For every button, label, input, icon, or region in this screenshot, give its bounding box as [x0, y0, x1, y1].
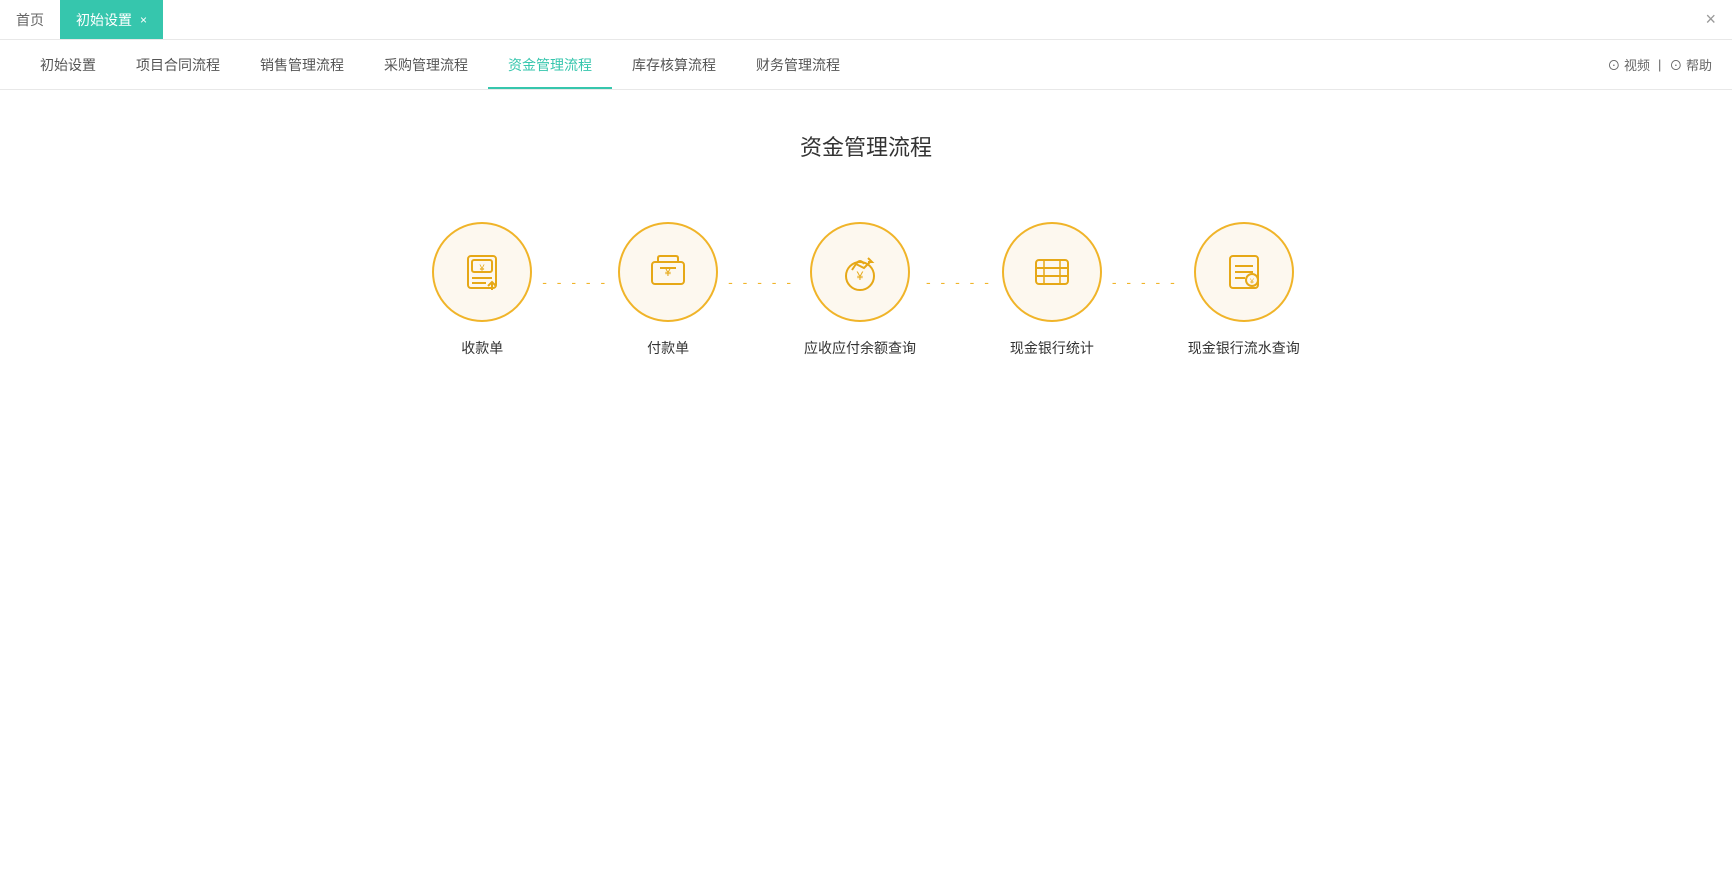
flow-item-liushui[interactable]: ¥ 现金银行流水查询 — [1188, 222, 1300, 358]
nav-chushi-label: 初始设置 — [40, 55, 96, 75]
main-content: 资金管理流程 ¥ 收款单 - - - - - — [0, 90, 1732, 398]
flow-item-yingshou[interactable]: ¥ 应收应付余额查询 — [804, 222, 916, 358]
initial-setup-tab[interactable]: 初始设置 × — [60, 0, 163, 39]
shoukuan-icon-circle: ¥ — [432, 222, 532, 322]
nav-right-area: ⊙ 视频 | ⊙ 帮助 — [1607, 55, 1712, 74]
nav-caigou[interactable]: 采购管理流程 — [364, 40, 488, 89]
nav-xiangmu-label: 项目合同流程 — [136, 55, 220, 75]
fukuan-icon: ¥ — [644, 248, 692, 296]
nav-kucun-label: 库存核算流程 — [632, 55, 716, 75]
xianjin-label: 现金银行统计 — [1010, 338, 1094, 358]
nav-xiaoshou[interactable]: 销售管理流程 — [240, 40, 364, 89]
liushui-icon: ¥ — [1220, 248, 1268, 296]
nav-xiaoshou-label: 销售管理流程 — [260, 55, 344, 75]
connector-3: - - - - - — [916, 274, 1002, 290]
shoukuan-label: 收款单 — [461, 338, 503, 358]
xianjin-icon — [1028, 248, 1076, 296]
svg-text:¥: ¥ — [479, 263, 486, 273]
liushui-icon-circle: ¥ — [1194, 222, 1294, 322]
nav-caigou-label: 采购管理流程 — [384, 55, 468, 75]
tab-label: 初始设置 — [76, 10, 132, 30]
nav-separator: | — [1658, 57, 1661, 72]
connector-4: - - - - - — [1102, 274, 1188, 290]
nav-chushi[interactable]: 初始设置 — [20, 40, 116, 89]
nav-xiangmu[interactable]: 项目合同流程 — [116, 40, 240, 89]
liushui-label: 现金银行流水查询 — [1188, 338, 1300, 358]
yingshou-label: 应收应付余额查询 — [804, 338, 916, 358]
page-title: 资金管理流程 — [800, 130, 932, 162]
nav-zijin-label: 资金管理流程 — [508, 55, 592, 75]
flow-item-xianjin[interactable]: 现金银行统计 — [1002, 222, 1102, 358]
video-help-button[interactable]: ⊙ 视频 — [1607, 55, 1650, 74]
window-close-button[interactable]: × — [1689, 9, 1732, 30]
xianjin-icon-circle — [1002, 222, 1102, 322]
yingshou-icon-circle: ¥ — [810, 222, 910, 322]
nav-caiwu-label: 财务管理流程 — [756, 55, 840, 75]
shoukuan-icon: ¥ — [458, 248, 506, 296]
help-button[interactable]: ⊙ 帮助 — [1669, 55, 1712, 74]
yingshou-icon: ¥ — [836, 248, 884, 296]
nav-caiwu[interactable]: 财务管理流程 — [736, 40, 860, 89]
connector-2: - - - - - — [718, 274, 804, 290]
fukuan-icon-circle: ¥ — [618, 222, 718, 322]
top-bar: 首页 初始设置 × × — [0, 0, 1732, 40]
connector-1: - - - - - — [532, 274, 618, 290]
svg-text:¥: ¥ — [1250, 279, 1254, 286]
home-tab[interactable]: 首页 — [0, 0, 60, 39]
nav-kucun[interactable]: 库存核算流程 — [612, 40, 736, 89]
nav-bar: 初始设置 项目合同流程 销售管理流程 采购管理流程 资金管理流程 库存核算流程 … — [0, 40, 1732, 90]
flow-row: ¥ 收款单 - - - - - ¥ 付款单 — [316, 222, 1416, 358]
flow-item-fukuan[interactable]: ¥ 付款单 — [618, 222, 718, 358]
tab-close-icon[interactable]: × — [140, 13, 147, 27]
svg-text:¥: ¥ — [856, 269, 864, 283]
nav-zijin[interactable]: 资金管理流程 — [488, 40, 612, 89]
fukuan-label: 付款单 — [647, 338, 689, 358]
flow-item-shoukuan[interactable]: ¥ 收款单 — [432, 222, 532, 358]
